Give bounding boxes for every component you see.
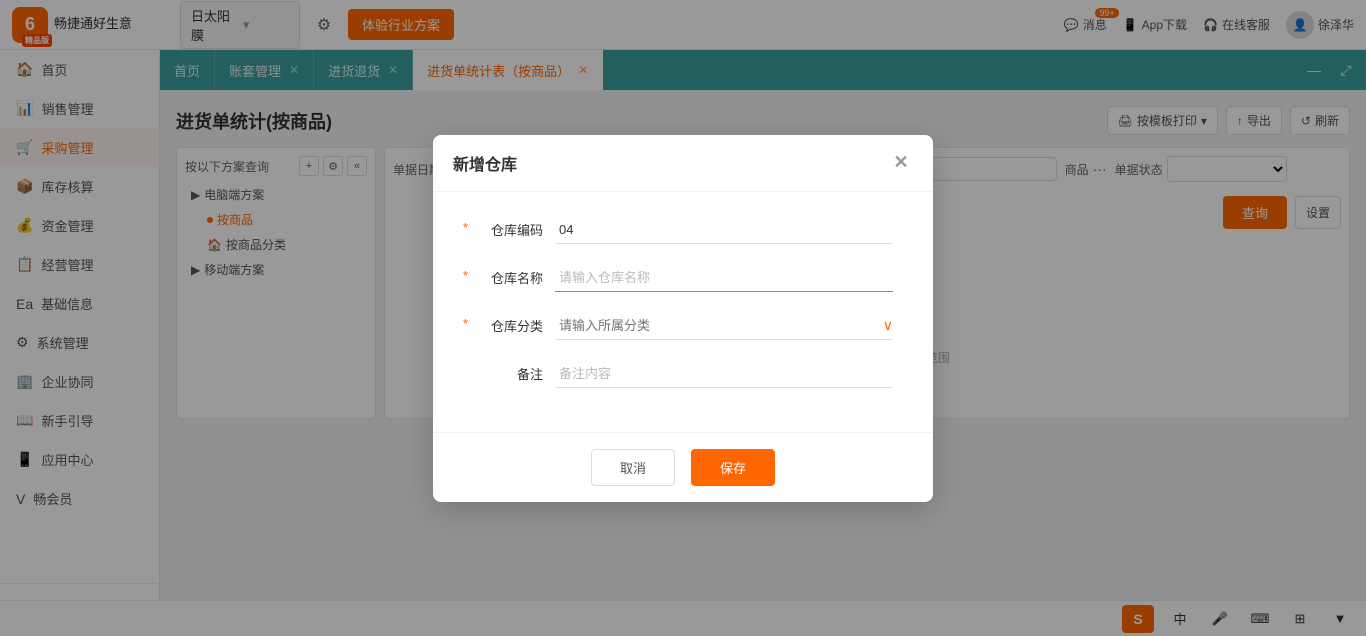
warehouse-category-label: 仓库分类 (473, 316, 543, 335)
cancel-button[interactable]: 取消 (591, 449, 675, 486)
warehouse-category-select[interactable]: ∨ (555, 312, 893, 340)
modal-title: 新增仓库 (453, 151, 517, 175)
warehouse-name-row: 仓库名称 (473, 264, 893, 292)
warehouse-code-row: 仓库编码 (473, 216, 893, 244)
remark-label: 备注 (473, 364, 543, 383)
modal-header: 新增仓库 ✕ (433, 135, 933, 192)
warehouse-code-label: 仓库编码 (473, 220, 543, 239)
warehouse-category-row: 仓库分类 ∨ (473, 312, 893, 340)
warehouse-code-input[interactable] (555, 216, 893, 244)
warehouse-category-input[interactable] (555, 312, 883, 339)
save-button[interactable]: 保存 (691, 449, 775, 486)
chevron-down-icon: ∨ (883, 317, 893, 334)
modal-body: 仓库编码 仓库名称 仓库分类 ∨ 备注 (433, 192, 933, 432)
warehouse-name-label: 仓库名称 (473, 268, 543, 287)
add-warehouse-modal: 新增仓库 ✕ 仓库编码 仓库名称 仓库分类 ∨ 备注 (433, 135, 933, 502)
remark-input[interactable] (555, 360, 893, 388)
modal-footer: 取消 保存 (433, 432, 933, 502)
modal-close-button[interactable]: ✕ (889, 151, 913, 175)
remark-row: 备注 (473, 360, 893, 388)
warehouse-name-input[interactable] (555, 264, 893, 292)
modal-overlay[interactable]: 新增仓库 ✕ 仓库编码 仓库名称 仓库分类 ∨ 备注 (0, 0, 1366, 636)
